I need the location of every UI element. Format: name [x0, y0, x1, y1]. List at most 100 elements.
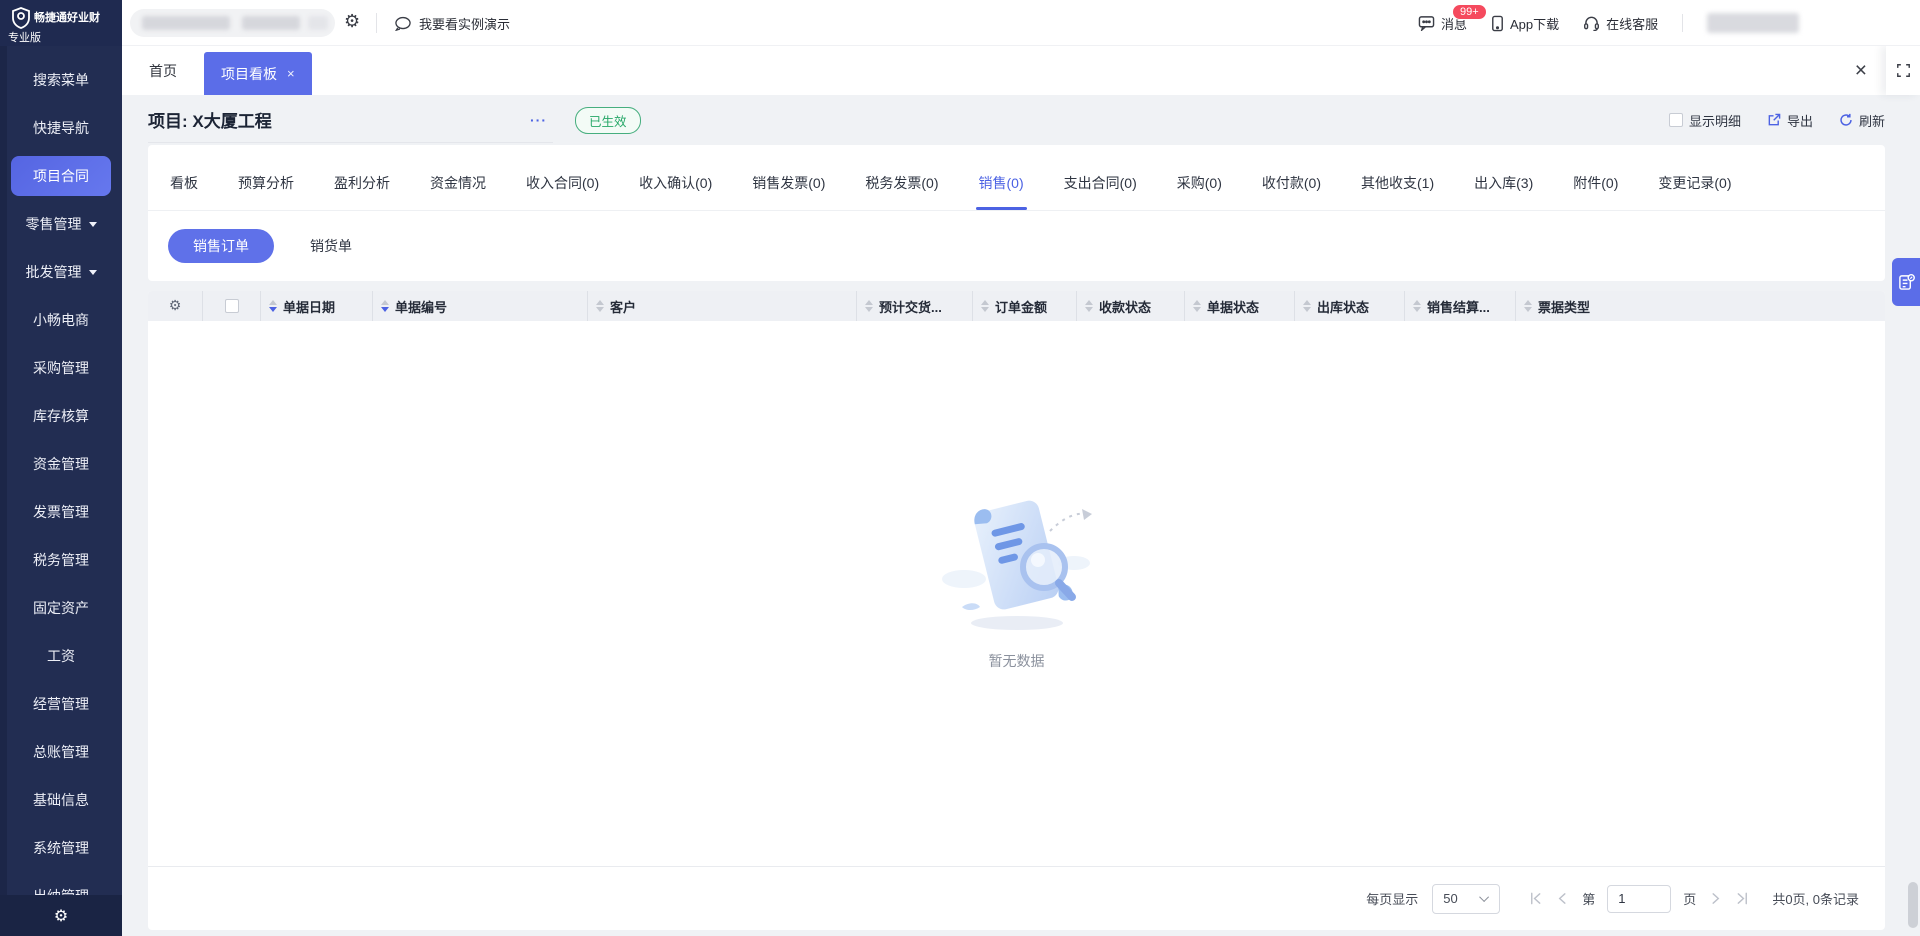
work-order-icon — [1898, 273, 1915, 291]
tab-payments[interactable]: 收付款(0) — [1262, 173, 1321, 210]
refresh-button[interactable]: 刷新 — [1839, 111, 1885, 130]
col-doc-status[interactable]: 单据状态 — [1185, 291, 1295, 321]
checkbox-icon[interactable] — [1668, 113, 1683, 127]
tab-expense-contract[interactable]: 支出合同(0) — [1064, 173, 1137, 210]
page-number-input[interactable] — [1607, 884, 1672, 913]
col-sales-settlement[interactable]: 销售结算... — [1405, 291, 1516, 321]
sort-icon[interactable] — [596, 300, 604, 312]
records-summary: 共0页, 0条记录 — [1772, 892, 1859, 907]
sort-icon[interactable] — [1085, 300, 1093, 312]
demo-link[interactable]: 我要看实例演示 — [394, 0, 510, 46]
tab-home[interactable]: 首页 — [122, 46, 204, 95]
sidebar-item-project-contract[interactable]: 项目合同 — [11, 156, 111, 196]
tab-income-contract[interactable]: 收入合同(0) — [526, 173, 599, 210]
tab-project-board-label: 项目看板 — [221, 65, 277, 82]
tab-sales-invoice[interactable]: 销售发票(0) — [752, 173, 825, 210]
sort-icon[interactable] — [1193, 300, 1201, 312]
sidebar-item-purchase[interactable]: 采购管理 — [0, 344, 122, 392]
next-page-button[interactable] — [1708, 891, 1723, 906]
sort-icon[interactable] — [1524, 300, 1532, 312]
tab-board[interactable]: 看板 — [170, 173, 198, 210]
user-account[interactable] — [1707, 13, 1800, 33]
sidebar-item-tax[interactable]: 税务管理 — [0, 536, 122, 584]
first-page-button[interactable] — [1528, 891, 1543, 906]
sidebar-item-fixed-assets[interactable]: 固定资产 — [0, 584, 122, 632]
feedback-float-button[interactable] — [1892, 258, 1920, 306]
export-button[interactable]: 导出 — [1767, 111, 1813, 130]
col-doc-date[interactable]: 单据日期 — [261, 291, 373, 321]
sort-icon[interactable] — [865, 300, 873, 312]
app-download-button[interactable]: App下载 — [1491, 14, 1559, 33]
search-input[interactable] — [130, 9, 335, 37]
select-all-checkbox[interactable] — [203, 291, 261, 321]
chevron-down-icon — [1479, 892, 1490, 903]
sort-icon[interactable] — [381, 300, 389, 312]
show-detail-label: 显示明细 — [1688, 113, 1741, 129]
sidebar-item-wholesale[interactable]: 批发管理 — [0, 248, 122, 296]
prev-page-button[interactable] — [1555, 891, 1570, 906]
sidebar-item-general-ledger[interactable]: 总账管理 — [0, 728, 122, 776]
tab-sales[interactable]: 销售(0) — [975, 173, 1027, 210]
table-header: ⚙ 单据日期 单据编号 客户 预计交货... 订单金额 收款状态 单据状态 出库… — [148, 291, 1885, 321]
page-prefix: 第 — [1582, 892, 1596, 907]
vertical-scrollbar-thumb[interactable] — [1908, 882, 1918, 928]
sidebar-item-payroll[interactable]: 工资 — [0, 632, 122, 680]
divider — [1682, 14, 1684, 32]
sort-icon[interactable] — [269, 300, 277, 312]
phone-icon — [1491, 15, 1504, 32]
tab-in-out-stock[interactable]: 出入库(3) — [1474, 173, 1533, 210]
col-outbound-status[interactable]: 出库状态 — [1295, 291, 1405, 321]
headset-icon — [1583, 15, 1600, 31]
sidebar-item-inventory[interactable]: 库存核算 — [0, 392, 122, 440]
col-order-amount[interactable]: 订单金额 — [973, 291, 1077, 321]
sidebar-item-retail[interactable]: 零售管理 — [0, 200, 122, 248]
column-settings-gear-icon[interactable]: ⚙ — [148, 291, 203, 321]
col-doc-number[interactable]: 单据编号 — [373, 291, 588, 321]
sidebar-item-quick-nav[interactable]: 快捷导航 — [0, 104, 122, 152]
tab-project-board[interactable]: 项目看板 × — [204, 52, 312, 95]
sort-icon[interactable] — [1413, 300, 1421, 312]
col-customer[interactable]: 客户 — [588, 291, 857, 321]
close-all-icon[interactable]: × — [1836, 46, 1886, 95]
more-options-icon[interactable]: ··· — [530, 112, 553, 128]
sort-icon[interactable] — [1303, 300, 1311, 312]
app-download-label: App下载 — [1510, 16, 1560, 32]
page-suffix: 页 — [1683, 892, 1697, 907]
sidebar-item-basic-info[interactable]: 基础信息 — [0, 776, 122, 824]
pagination-bar: 每页显示 50 第 页 — [148, 866, 1885, 930]
sidebar-settings-gear-icon[interactable]: ⚙ — [0, 895, 122, 936]
col-payment-status[interactable]: 收款状态 — [1077, 291, 1185, 321]
demo-bubble-icon — [394, 16, 412, 31]
window-tabstrip: 首页 项目看板 × × — [122, 46, 1920, 95]
sidebar-item-system[interactable]: 系统管理 — [0, 824, 122, 872]
tab-tax-invoice[interactable]: 税务发票(0) — [865, 173, 938, 210]
sort-icon[interactable] — [981, 300, 989, 312]
online-service-button[interactable]: 在线客服 — [1583, 14, 1658, 33]
tab-profit-analysis[interactable]: 盈利分析 — [334, 173, 390, 210]
messages-button[interactable]: 消息 99+ — [1418, 3, 1487, 33]
checkbox-icon[interactable] — [224, 299, 239, 313]
chevron-down-icon — [88, 269, 97, 275]
show-detail-checkbox[interactable]: 显示明细 — [1668, 111, 1741, 130]
subtab-delivery-note[interactable]: 销货单 — [286, 236, 376, 256]
tab-close-icon[interactable]: × — [287, 66, 295, 81]
tab-funds-status[interactable]: 资金情况 — [430, 173, 486, 210]
settings-gear-icon[interactable]: ⚙ — [344, 11, 360, 32]
sidebar-item-operations[interactable]: 经营管理 — [0, 680, 122, 728]
tab-other-income-expense[interactable]: 其他收支(1) — [1361, 173, 1434, 210]
col-expected-delivery[interactable]: 预计交货... — [857, 291, 973, 321]
subtab-sales-order[interactable]: 销售订单 — [168, 229, 274, 263]
sidebar-item-funds[interactable]: 资金管理 — [0, 440, 122, 488]
tab-purchase[interactable]: 采购(0) — [1177, 173, 1222, 210]
sidebar-item-ecommerce[interactable]: 小畅电商 — [0, 296, 122, 344]
tab-budget-analysis[interactable]: 预算分析 — [238, 173, 294, 210]
tab-change-log[interactable]: 变更记录(0) — [1658, 173, 1731, 210]
tab-attachments[interactable]: 附件(0) — [1573, 173, 1618, 210]
fullscreen-button[interactable] — [1886, 46, 1920, 95]
col-ticket-type[interactable]: 票据类型 — [1516, 291, 1885, 321]
last-page-button[interactable] — [1735, 891, 1750, 906]
per-page-select[interactable]: 50 — [1432, 883, 1501, 914]
tab-income-confirm[interactable]: 收入确认(0) — [639, 173, 712, 210]
sidebar-item-invoice[interactable]: 发票管理 — [0, 488, 122, 536]
sidebar-item-search-menu[interactable]: 搜索菜单 — [0, 56, 122, 104]
